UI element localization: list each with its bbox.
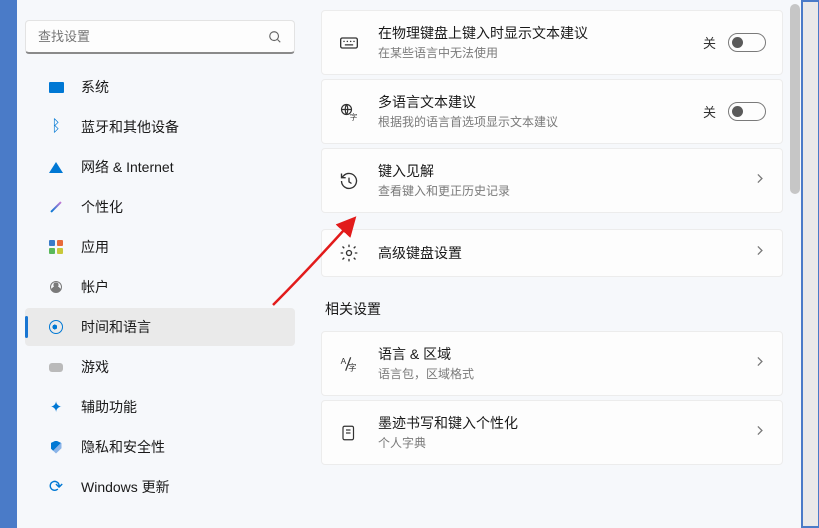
toggle-off[interactable] [728, 33, 766, 52]
person-icon [47, 278, 65, 296]
settings-window: 系统 ᛒ 蓝牙和其他设备 网络 & Internet 个性化 应用 帐户 时间和语… [17, 0, 801, 528]
search-input[interactable] [38, 29, 268, 44]
sidebar-item-system[interactable]: 系统 [25, 68, 295, 106]
sidebar-item-bluetooth[interactable]: ᛒ 蓝牙和其他设备 [25, 108, 295, 146]
shield-icon [47, 438, 65, 456]
card-title: 墨迹书写和键入个性化 [378, 413, 753, 434]
sidebar-item-label: 帐户 [81, 277, 109, 297]
sidebar-item-gaming[interactable]: 游戏 [25, 348, 295, 386]
update-icon: ⟳ [47, 478, 65, 496]
sidebar-item-label: 蓝牙和其他设备 [81, 117, 179, 137]
sidebar-item-time-language[interactable]: 时间和语言 [25, 308, 295, 346]
sidebar-item-windows-update[interactable]: ⟳ Windows 更新 [25, 468, 295, 506]
accessibility-icon: ✦ [47, 398, 65, 416]
sidebar: 系统 ᛒ 蓝牙和其他设备 网络 & Internet 个性化 应用 帐户 时间和语… [17, 0, 303, 528]
search-box[interactable] [25, 20, 295, 54]
card-subtitle: 根据我的语言首选项显示文本建议 [378, 113, 703, 131]
clock-icon [47, 318, 65, 336]
toggle-state-label: 关 [703, 33, 716, 52]
sidebar-item-personalization[interactable]: 个性化 [25, 188, 295, 226]
svg-text:字: 字 [350, 111, 358, 121]
monitor-icon [47, 78, 65, 96]
keyboard-icon [338, 32, 360, 54]
card-body: 多语言文本建议 根据我的语言首选项显示文本建议 [378, 92, 703, 131]
sidebar-item-accessibility[interactable]: ✦ 辅助功能 [25, 388, 295, 426]
nav-list: 系统 ᛒ 蓝牙和其他设备 网络 & Internet 个性化 应用 帐户 时间和语… [17, 68, 303, 506]
sidebar-item-label: 辅助功能 [81, 397, 137, 417]
card-body: 键入见解 查看键入和更正历史记录 [378, 161, 753, 200]
dictionary-icon [338, 422, 360, 444]
card-body: 在物理键盘上键入时显示文本建议 在某些语言中无法使用 [378, 23, 703, 62]
history-icon [338, 170, 360, 192]
svg-text:字: 字 [348, 362, 356, 372]
card-title: 高级键盘设置 [378, 243, 753, 264]
spacer [321, 217, 783, 229]
sidebar-item-network[interactable]: 网络 & Internet [25, 148, 295, 186]
chevron-right-icon [753, 424, 766, 442]
outer-scrollbar-track [803, 2, 818, 526]
card-subtitle: 语言包，区域格式 [378, 365, 753, 383]
card-advanced-keyboard-settings[interactable]: 高级键盘设置 [321, 229, 783, 277]
sidebar-item-accounts[interactable]: 帐户 [25, 268, 295, 306]
card-ink-typing-personalization[interactable]: 墨迹书写和键入个性化 个人字典 [321, 400, 783, 465]
card-title: 语言 & 区域 [378, 344, 753, 365]
bluetooth-icon: ᛒ [47, 118, 65, 136]
search-icon [268, 30, 282, 44]
sidebar-item-label: Windows 更新 [81, 477, 170, 497]
globe-translate-icon: 字 [338, 101, 360, 123]
sidebar-item-label: 游戏 [81, 357, 109, 377]
sidebar-item-label: 个性化 [81, 197, 123, 217]
card-body: 语言 & 区域 语言包，区域格式 [378, 344, 753, 383]
sidebar-item-privacy[interactable]: 隐私和安全性 [25, 428, 295, 466]
translate-icon: A字 [338, 353, 360, 375]
sidebar-item-label: 时间和语言 [81, 317, 151, 337]
sidebar-item-label: 隐私和安全性 [81, 437, 165, 457]
main-content: 在物理键盘上键入时显示文本建议 在某些语言中无法使用 关 字 多语言文本建议 根… [303, 0, 801, 528]
card-multilingual-suggestions[interactable]: 字 多语言文本建议 根据我的语言首选项显示文本建议 关 [321, 79, 783, 144]
card-subtitle: 查看键入和更正历史记录 [378, 182, 753, 200]
card-subtitle: 在某些语言中无法使用 [378, 44, 703, 62]
card-language-region[interactable]: A字 语言 & 区域 语言包，区域格式 [321, 331, 783, 396]
svg-text:A: A [341, 356, 347, 366]
brush-icon [47, 198, 65, 216]
card-title: 键入见解 [378, 161, 753, 182]
apps-icon [47, 238, 65, 256]
card-title: 在物理键盘上键入时显示文本建议 [378, 23, 703, 44]
chevron-right-icon [753, 244, 766, 262]
card-body: 高级键盘设置 [378, 243, 753, 264]
card-title: 多语言文本建议 [378, 92, 703, 113]
toggle-off[interactable] [728, 102, 766, 121]
sidebar-item-apps[interactable]: 应用 [25, 228, 295, 266]
sidebar-item-label: 网络 & Internet [81, 157, 174, 177]
gamepad-icon [47, 358, 65, 376]
wifi-icon [47, 158, 65, 176]
card-physical-keyboard-suggestions[interactable]: 在物理键盘上键入时显示文本建议 在某些语言中无法使用 关 [321, 10, 783, 75]
inner-scrollbar-thumb[interactable] [790, 4, 800, 194]
section-heading-related: 相关设置 [325, 299, 783, 319]
card-body: 墨迹书写和键入个性化 个人字典 [378, 413, 753, 452]
chevron-right-icon [753, 172, 766, 190]
sidebar-item-label: 系统 [81, 77, 109, 97]
gear-icon [338, 242, 360, 264]
card-subtitle: 个人字典 [378, 434, 753, 452]
card-typing-insights[interactable]: 键入见解 查看键入和更正历史记录 [321, 148, 783, 213]
chevron-right-icon [753, 355, 766, 373]
toggle-state-label: 关 [703, 102, 716, 121]
sidebar-item-label: 应用 [81, 237, 109, 257]
